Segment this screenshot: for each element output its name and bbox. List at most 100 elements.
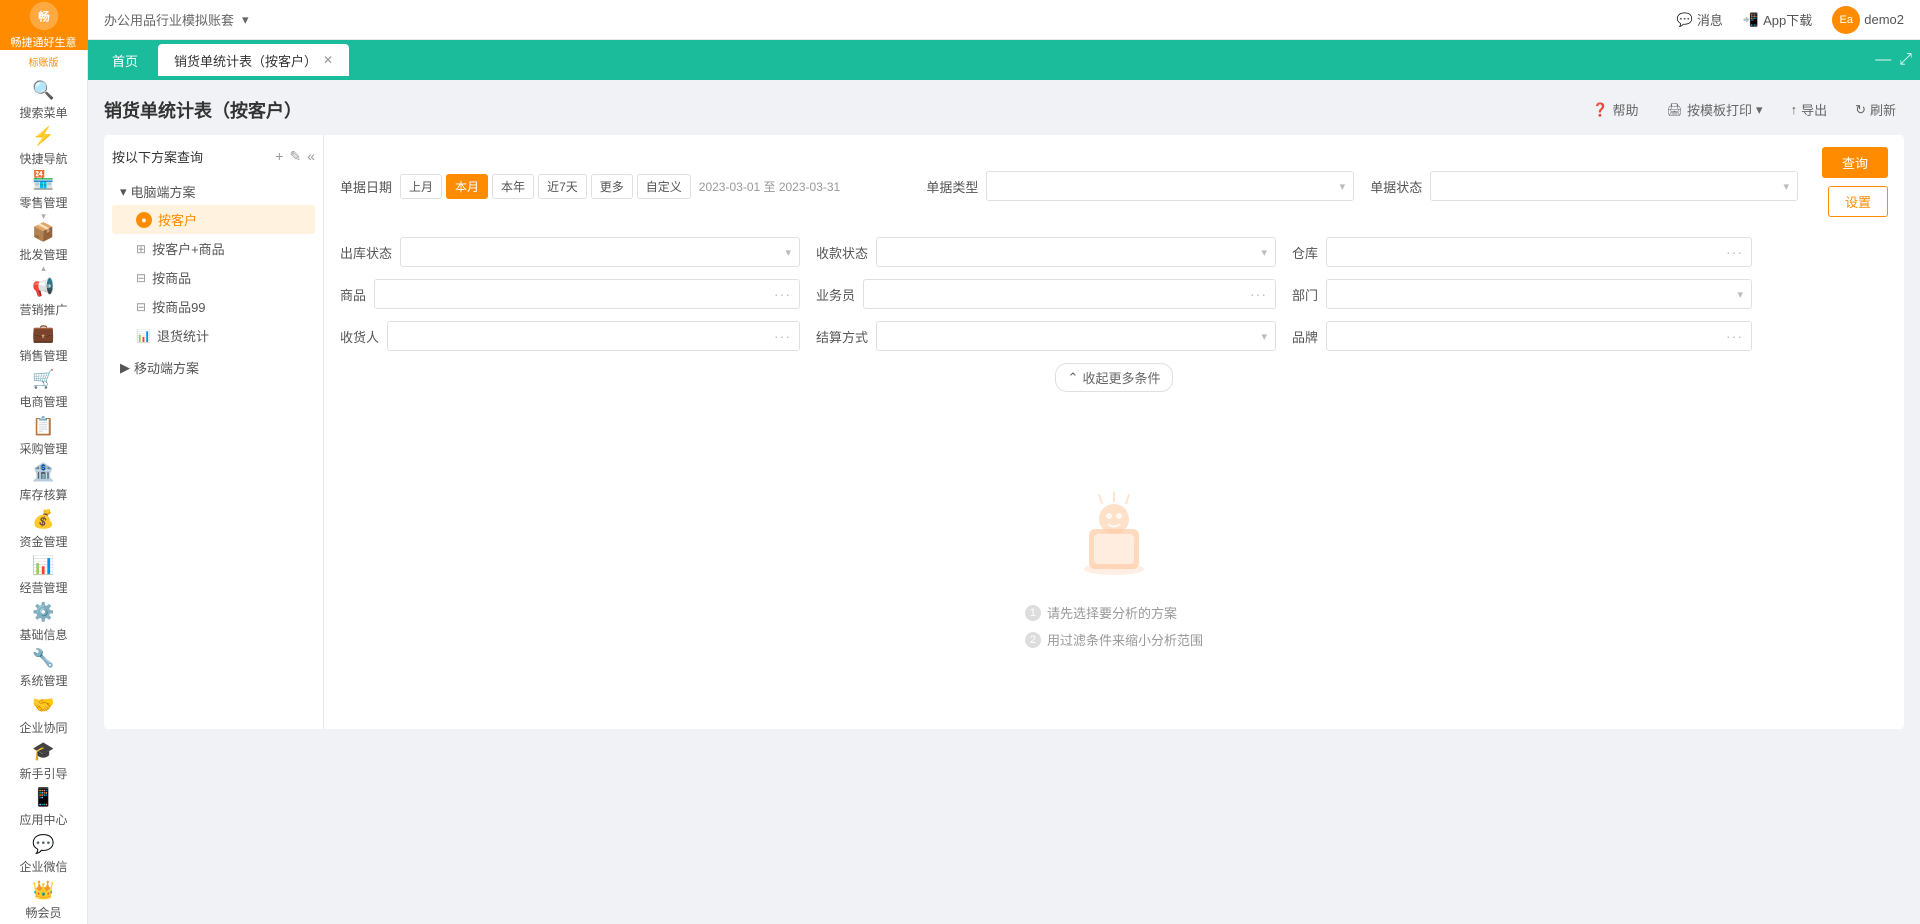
sidebar-item-inventory[interactable]: 🏦 库存核算 xyxy=(0,460,88,506)
svg-text:畅: 畅 xyxy=(38,9,50,23)
sidebar-label-basic: 基础信息 xyxy=(19,626,67,643)
scheme-item-by-goods[interactable]: ⊟ 按商品 xyxy=(112,263,315,292)
settlement-dropdown-icon: ▾ xyxy=(1261,330,1267,343)
goods-control[interactable]: ··· xyxy=(374,279,800,309)
scheme-item-return-stat[interactable]: 📊 退货统计 xyxy=(112,321,315,350)
out-status-control[interactable]: ▾ xyxy=(400,237,800,267)
sidebar: 畅 畅捷通好生意 标账版 🔍 搜索菜单 ⚡ 快捷导航 🏪 零售管理 ▾ 📦 批发… xyxy=(0,0,88,924)
logo-area: 畅 畅捷通好生意 xyxy=(0,0,88,50)
chevron-right-icon: ▶ xyxy=(120,360,130,376)
sidebar-label-search: 搜索菜单 xyxy=(19,104,67,121)
tab-sales-stat[interactable]: 销货单统计表（按客户） ✕ xyxy=(158,44,349,76)
sidebar-item-search[interactable]: 🔍 搜索菜单 xyxy=(0,77,88,123)
refresh-btn[interactable]: ↻ 刷新 xyxy=(1847,96,1904,123)
scheme-group-pc-title[interactable]: ▾ 电脑端方案 xyxy=(112,178,315,205)
scheme-edit-btn[interactable]: ✎ xyxy=(289,148,301,165)
app-download-btn[interactable]: 📲 App下载 xyxy=(1743,10,1812,29)
filter-receiver-item: 收货人 ··· xyxy=(340,321,800,351)
sidebar-item-ecommerce[interactable]: 🛒 电商管理 xyxy=(0,367,88,413)
order-status-control[interactable]: ▾ xyxy=(1430,171,1798,201)
date-btn-custom[interactable]: 自定义 xyxy=(637,174,691,199)
sidebar-item-appcenter[interactable]: 📱 应用中心 xyxy=(0,785,88,831)
sidebar-item-basic[interactable]: ⚙️ 基础信息 xyxy=(0,599,88,645)
sidebar-item-wechat[interactable]: 💬 企业微信 xyxy=(0,831,88,877)
export-btn[interactable]: ↑ 导出 xyxy=(1783,96,1836,123)
sidebar-label-purchase: 采购管理 xyxy=(19,440,67,457)
tab-minimize-btn[interactable]: — xyxy=(1875,51,1891,69)
inventory-icon: 🏦 xyxy=(32,462,54,483)
setting-button[interactable]: 设置 xyxy=(1828,186,1888,217)
sidebar-item-quicknav[interactable]: ⚡ 快捷导航 xyxy=(0,123,88,169)
salesperson-control[interactable]: ··· xyxy=(863,279,1276,309)
enterprise-icon: 🤝 xyxy=(32,695,54,716)
scheme-item-by-goods-label: 按商品 xyxy=(152,268,191,287)
newbie-icon: 🎓 xyxy=(32,741,54,762)
date-btn-last-month[interactable]: 上月 xyxy=(400,174,442,199)
sidebar-item-sales[interactable]: 💼 销售管理 xyxy=(0,320,88,366)
grid-icon: ⊞ xyxy=(136,242,146,256)
appcenter-icon: 📱 xyxy=(32,787,54,808)
sidebar-item-member[interactable]: 👑 畅会员 xyxy=(0,878,88,924)
date-btn-this-year[interactable]: 本年 xyxy=(492,174,534,199)
filter-order-type-item: 单据类型 ▾ xyxy=(926,171,1354,201)
date-range-text: 2023-03-01 至 2023-03-31 xyxy=(699,178,840,195)
settlement-control[interactable]: ▾ xyxy=(876,321,1276,351)
tab-home[interactable]: 首页 xyxy=(96,44,154,76)
department-dropdown-icon: ▾ xyxy=(1737,288,1743,301)
scheme-collapse-btn[interactable]: « xyxy=(307,148,315,165)
sidebar-item-marketing[interactable]: 📢 营销推广 xyxy=(0,274,88,320)
sidebar-item-system[interactable]: 🔧 系统管理 xyxy=(0,645,88,691)
date-btn-current-month[interactable]: 本月 xyxy=(446,174,488,199)
filter-salesperson-item: 业务员 ··· xyxy=(816,279,1276,309)
empty-hint-1-text: 请先选择要分析的方案 xyxy=(1047,603,1177,622)
sidebar-label-appcenter: 应用中心 xyxy=(19,811,67,828)
date-btn-more[interactable]: 更多 xyxy=(591,174,633,199)
help-label: 帮助 xyxy=(1612,100,1638,119)
sidebar-item-finance[interactable]: 💰 资金管理 xyxy=(0,506,88,552)
department-control[interactable]: ▾ xyxy=(1326,279,1752,309)
payment-status-control[interactable]: ▾ xyxy=(876,237,1276,267)
message-btn[interactable]: 💬 消息 xyxy=(1677,10,1723,29)
hint-num-2: 2 xyxy=(1025,632,1041,648)
collapse-more-btn[interactable]: ⌃ 收起更多条件 xyxy=(1055,363,1174,392)
order-type-control[interactable]: ▾ xyxy=(986,171,1354,201)
sidebar-item-enterprise[interactable]: 🤝 企业协同 xyxy=(0,692,88,738)
filter-warehouse-item: 仓库 ··· xyxy=(1292,237,1752,267)
query-button[interactable]: 查询 xyxy=(1822,147,1888,178)
empty-hint-2-text: 用过滤条件来缩小分析范围 xyxy=(1047,630,1203,649)
brand-control[interactable]: ··· xyxy=(1326,321,1752,351)
sidebar-item-retail[interactable]: 🏪 零售管理 ▾ xyxy=(0,170,88,222)
sidebar-item-newbie[interactable]: 🎓 新手引导 xyxy=(0,738,88,784)
sidebar-item-operations[interactable]: 📊 经营管理 xyxy=(0,553,88,599)
tab-maximize-btn[interactable]: ⤢ xyxy=(1899,51,1912,69)
filter-date-item: 单据日期 上月 本月 本年 近7天 更多 自定义 2023-03-01 至 20… xyxy=(340,174,910,199)
filter-settlement-item: 结算方式 ▾ xyxy=(816,321,1276,351)
scheme-item-by-goods99[interactable]: ⊟ 按商品99 xyxy=(112,292,315,321)
sidebar-item-wholesale[interactable]: 📦 批发管理 ▴ xyxy=(0,222,88,274)
order-type-label: 单据类型 xyxy=(926,177,978,196)
scheme-group-mobile-title[interactable]: ▶ 移动端方案 xyxy=(112,354,315,381)
industry-dropdown[interactable]: ▾ xyxy=(242,12,249,28)
filter-right: 单据日期 上月 本月 本年 近7天 更多 自定义 2023-03-01 至 20… xyxy=(324,135,1904,729)
scheme-item-by-customer-goods[interactable]: ⊞ 按客户+商品 xyxy=(112,234,315,263)
print-btn[interactable]: 🖨 按模板打印 ▾ xyxy=(1659,96,1771,123)
scheme-add-btn[interactable]: + xyxy=(275,148,283,165)
filter-order-status-item: 单据状态 ▾ xyxy=(1370,171,1798,201)
collapse-label: 收起更多条件 xyxy=(1082,368,1160,387)
goods-label: 商品 xyxy=(340,285,366,304)
export-icon: ↑ xyxy=(1791,102,1798,117)
receiver-control[interactable]: ··· xyxy=(387,321,800,351)
scheme-group-mobile: ▶ 移动端方案 xyxy=(112,354,315,381)
operations-icon: 📊 xyxy=(32,555,54,576)
scheme-item-by-customer[interactable]: ● 按客户 xyxy=(112,205,315,234)
sidebar-item-purchase[interactable]: 📋 采购管理 xyxy=(0,413,88,459)
filter-row-3: 商品 ··· 业务员 ··· xyxy=(340,279,1888,309)
help-btn[interactable]: ❓ 帮助 xyxy=(1584,96,1646,123)
user-profile[interactable]: Ea demo2 xyxy=(1832,6,1904,34)
tab-bar: 首页 销货单统计表（按客户） ✕ — ⤢ xyxy=(88,40,1920,80)
date-btn-7days[interactable]: 近7天 xyxy=(538,174,587,199)
tab-close-btn[interactable]: ✕ xyxy=(323,53,333,67)
ecommerce-icon: 🛒 xyxy=(32,369,54,390)
warehouse-control[interactable]: ··· xyxy=(1326,237,1752,267)
receiver-dots-icon: ··· xyxy=(774,328,791,344)
